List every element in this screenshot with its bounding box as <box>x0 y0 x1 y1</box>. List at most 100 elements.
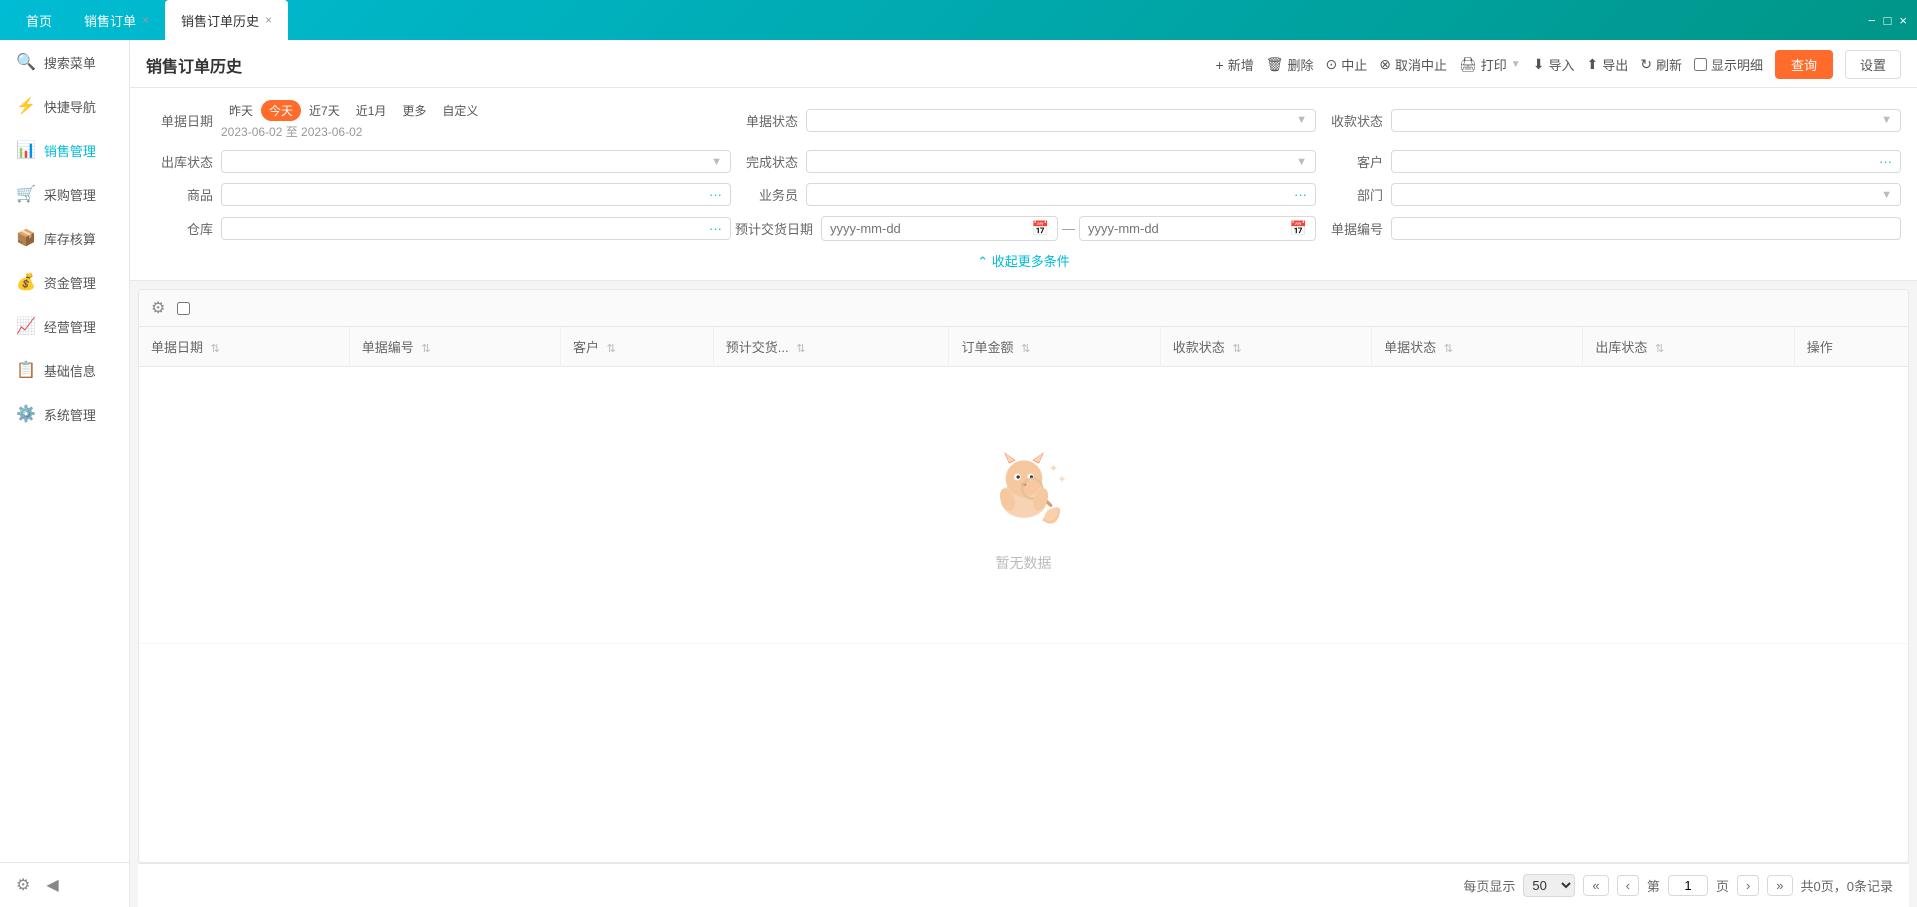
col-warehouse-sort-icon[interactable]: ⇅ <box>1655 343 1664 355</box>
page-size-select[interactable]: 50 10 20 100 <box>1523 874 1575 897</box>
page-number-input[interactable] <box>1668 875 1708 896</box>
tab-sales-history[interactable]: 销售订单历史 × <box>165 0 288 40</box>
next-page-button[interactable]: › <box>1737 875 1759 896</box>
product-select[interactable]: ··· <box>221 183 731 206</box>
col-date-label: 单据日期 <box>151 340 203 355</box>
delivery-start-input-group[interactable]: 📅 <box>821 216 1058 241</box>
col-payment-status-label: 收款状态 <box>1173 340 1225 355</box>
sidebar-collapse-icon[interactable]: ◀ <box>46 875 58 895</box>
new-button[interactable]: + 新增 <box>1216 55 1254 74</box>
display-detail-toggle[interactable]: 显示明细 <box>1694 55 1763 74</box>
tab-sales-order-close[interactable]: × <box>142 13 149 27</box>
col-bill-sort-icon[interactable]: ⇅ <box>1444 343 1453 355</box>
delivery-end-input-group[interactable]: 📅 <box>1079 216 1316 241</box>
sidebar-item-basic-info[interactable]: 📋 基础信息 <box>0 348 129 392</box>
sidebar-item-finance[interactable]: 💰 资金管理 <box>0 260 129 304</box>
order-no-input[interactable] <box>1400 221 1892 236</box>
cancel-suspend-button[interactable]: ⊗ 取消中止 <box>1379 55 1447 74</box>
col-payment-sort-icon[interactable]: ⇅ <box>1232 343 1241 355</box>
date-custom[interactable]: 自定义 <box>434 100 486 121</box>
warehouse-out-input[interactable] <box>230 154 707 169</box>
sidebar-item-operations[interactable]: 📈 经营管理 <box>0 304 129 348</box>
suspend-label: 中止 <box>1341 55 1367 74</box>
close-button[interactable]: × <box>1899 13 1907 28</box>
display-detail-checkbox[interactable] <box>1694 58 1707 71</box>
order-no-input-wrapper[interactable] <box>1391 217 1901 240</box>
tab-sales-order[interactable]: 销售订单 × <box>68 0 165 40</box>
product-dots-icon[interactable]: ··· <box>709 187 722 202</box>
table-settings-icon[interactable]: ⚙ <box>151 298 165 318</box>
warehouse-out-select[interactable]: ▼ <box>221 150 731 173</box>
sidebar-item-sales-mgmt[interactable]: 📊 销售管理 <box>0 128 129 172</box>
dept-select[interactable]: ▼ <box>1391 183 1901 206</box>
first-page-button[interactable]: « <box>1583 875 1608 896</box>
col-number-label: 单据编号 <box>362 340 414 355</box>
col-amount-sort-icon[interactable]: ⇅ <box>1021 343 1030 355</box>
complete-select[interactable]: ▼ <box>806 150 1316 173</box>
refresh-button[interactable]: ↻ 刷新 <box>1640 55 1682 74</box>
payment-status-input[interactable] <box>1400 113 1877 128</box>
col-number-sort-icon[interactable]: ⇅ <box>421 343 430 355</box>
warehouse-select[interactable]: ··· <box>221 217 731 240</box>
delivery-end-input[interactable] <box>1088 221 1290 236</box>
customer-label: 客户 <box>1316 152 1391 171</box>
salesperson-select[interactable]: ··· <box>806 183 1316 206</box>
payment-status-select[interactable]: ▼ <box>1391 109 1901 132</box>
export-button[interactable]: ⬆ 导出 <box>1586 55 1628 74</box>
bill-status-select[interactable]: ▼ <box>806 109 1316 132</box>
sidebar-item-inventory[interactable]: 📦 库存核算 <box>0 216 129 260</box>
sidebar-settings-icon[interactable]: ⚙ <box>16 875 30 895</box>
setting-button[interactable]: 设置 <box>1845 50 1901 79</box>
order-no-label: 单据编号 <box>1316 219 1391 238</box>
print-button[interactable]: 🖨 打印 ▼ <box>1459 55 1521 74</box>
payment-status-arrow-icon: ▼ <box>1881 114 1892 126</box>
delete-button[interactable]: 🗑 删除 <box>1266 55 1314 74</box>
tab-home[interactable]: 首页 <box>10 0 68 40</box>
col-customer-sort-icon[interactable]: ⇅ <box>607 343 616 355</box>
sidebar-item-search-menu[interactable]: 🔍 搜索菜单 <box>0 40 129 84</box>
customer-select[interactable]: ··· <box>1391 150 1901 173</box>
customer-input[interactable] <box>1400 154 1879 169</box>
print-arrow-icon: ▼ <box>1511 59 1521 70</box>
bill-status-arrow-icon: ▼ <box>1296 114 1307 126</box>
finance-icon: 💰 <box>16 272 36 292</box>
salesperson-input[interactable] <box>815 187 1294 202</box>
complete-input[interactable] <box>815 154 1292 169</box>
date-yesterday[interactable]: 昨天 <box>221 100 261 121</box>
delete-icon: 🗑 <box>1266 56 1284 73</box>
delivery-start-input[interactable] <box>830 221 1032 236</box>
sidebar-item-purchase-mgmt[interactable]: 🛒 采购管理 <box>0 172 129 216</box>
tab-sales-history-close[interactable]: × <box>265 13 272 27</box>
col-date-sort-icon[interactable]: ⇅ <box>211 343 220 355</box>
salesperson-dots-icon[interactable]: ··· <box>1294 187 1307 202</box>
prev-page-button[interactable]: ‹ <box>1617 875 1639 896</box>
bill-status-input[interactable] <box>815 113 1292 128</box>
warehouse-dots-icon[interactable]: ··· <box>709 221 722 236</box>
query-button[interactable]: 查询 <box>1775 50 1833 79</box>
import-icon: ⬇ <box>1533 56 1545 73</box>
calendar-start-icon[interactable]: 📅 <box>1032 220 1049 237</box>
import-button[interactable]: ⬇ 导入 <box>1533 55 1575 74</box>
warehouse-input[interactable] <box>230 221 709 236</box>
suspend-button[interactable]: ⊙ 中止 <box>1326 55 1368 74</box>
date-more[interactable]: 更多 <box>394 100 434 121</box>
select-all-checkbox[interactable] <box>177 302 190 315</box>
date-1month[interactable]: 近1月 <box>348 100 395 121</box>
basic-info-icon: 📋 <box>16 360 36 380</box>
sidebar-item-quick-nav[interactable]: ⚡ 快捷导航 <box>0 84 129 128</box>
collapse-filters-button[interactable]: ⌃ 收起更多条件 <box>146 247 1901 272</box>
sidebar-item-system-mgmt[interactable]: ⚙️ 系统管理 <box>0 392 129 436</box>
operations-icon: 📈 <box>16 316 36 336</box>
complete-arrow-icon: ▼ <box>1296 156 1307 168</box>
last-page-button[interactable]: » <box>1767 875 1792 896</box>
product-input[interactable] <box>230 187 709 202</box>
maximize-button[interactable]: □ <box>1884 13 1892 28</box>
dept-input[interactable] <box>1400 187 1877 202</box>
date-today[interactable]: 今天 <box>261 100 301 121</box>
col-delivery-sort-icon[interactable]: ⇅ <box>796 343 805 355</box>
date-7days[interactable]: 近7天 <box>301 100 348 121</box>
warehouse-out-arrow-icon: ▼ <box>711 156 722 168</box>
customer-dots-icon[interactable]: ··· <box>1879 154 1892 169</box>
minimize-button[interactable]: − <box>1868 13 1876 28</box>
calendar-end-icon[interactable]: 📅 <box>1290 220 1307 237</box>
